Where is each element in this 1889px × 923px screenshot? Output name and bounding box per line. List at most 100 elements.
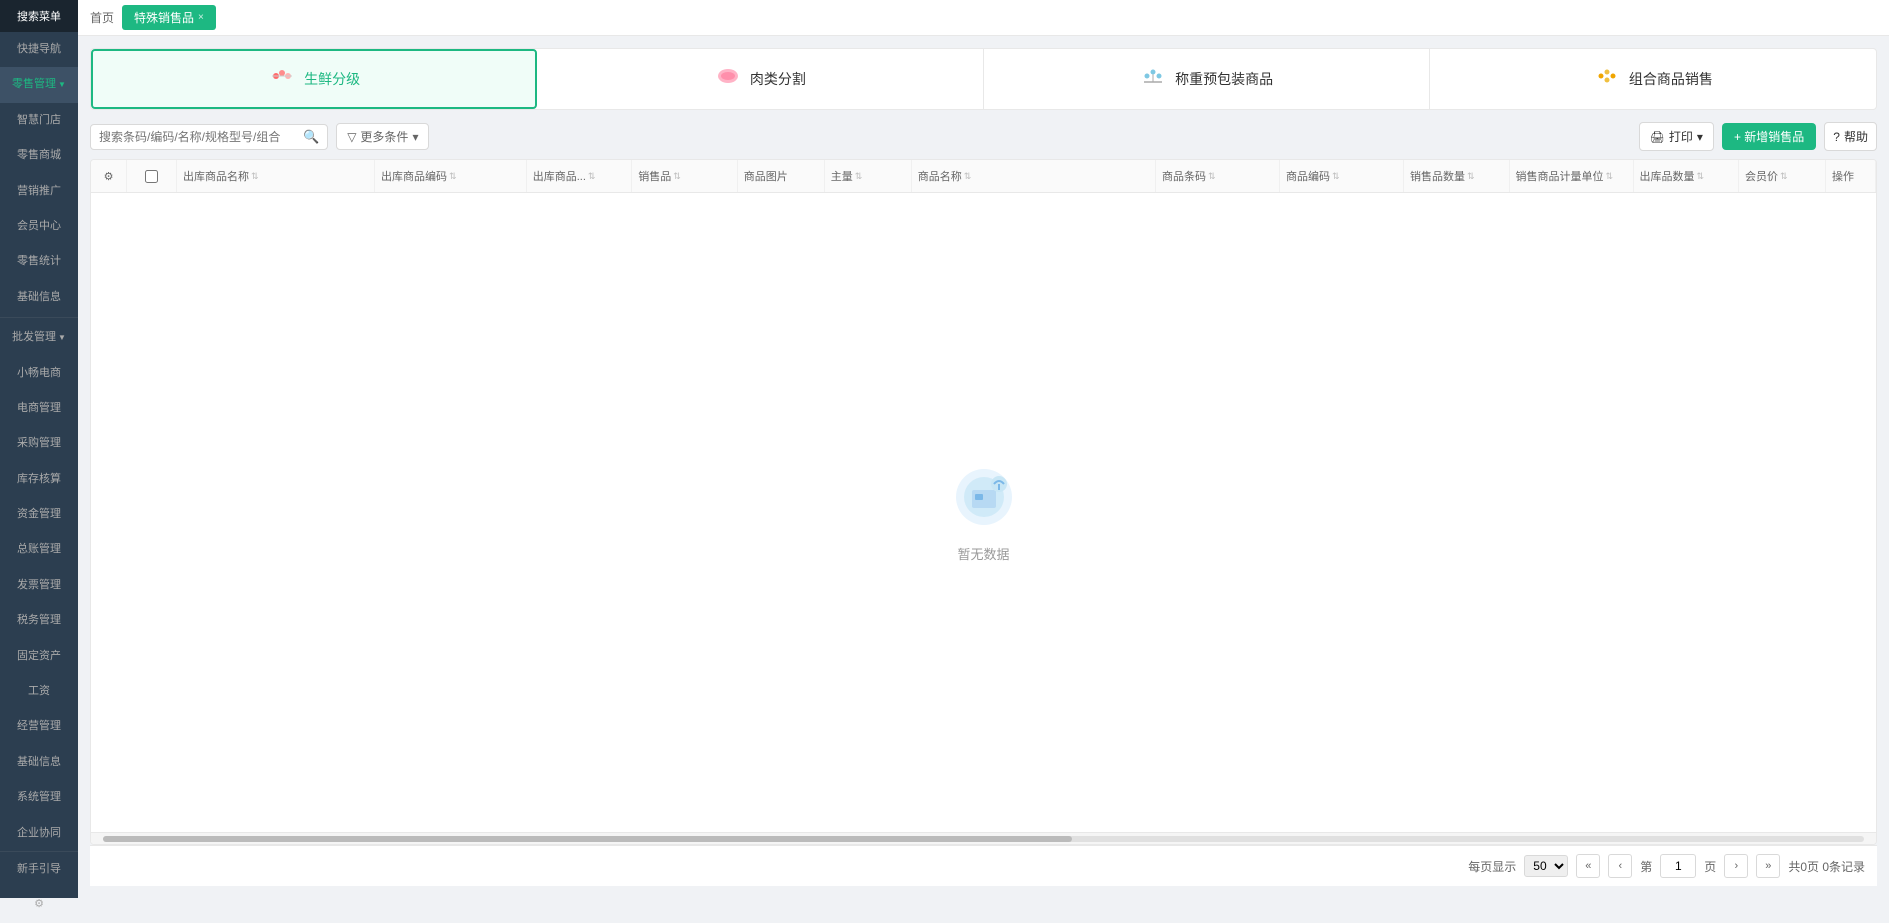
th-sale-qty: 销售品数量 ⇅ [1404,160,1510,192]
th-check[interactable] [127,160,177,192]
next-page-button[interactable]: › [1724,854,1748,878]
sort-icon[interactable]: ⇅ [964,171,972,182]
th-goods-barcode: 商品条码 ⇅ [1156,160,1280,192]
sidebar-item-marketing[interactable]: 营销推广 [0,174,78,209]
help-icon: ? [1833,130,1840,144]
print-button[interactable]: 🖨 打印 ▾ [1639,122,1714,151]
topbar: 首页 特殊销售品 × [78,0,1889,36]
cat-tab-meat-cutting[interactable]: 肉类分割 [537,49,983,109]
select-all-checkbox[interactable] [145,170,158,183]
per-page-select[interactable]: 50 [1524,855,1568,877]
sidebar-item-basic-info2[interactable]: 基础信息 [0,745,78,780]
sort-icon[interactable]: ⇅ [449,171,457,182]
cat-tab-weight-prepack[interactable]: 称重预包装商品 [984,49,1430,109]
chevron-down-icon: ▾ [1697,130,1703,144]
filter-button[interactable]: ▽ 更多条件 ▾ [336,123,429,150]
sidebar-item-ecom-mgmt[interactable]: 电商管理 [0,391,78,426]
th-goods-img: 商品图片 [738,160,825,192]
scrollbar-track [103,836,1864,842]
topbar-home-link[interactable]: 首页 [90,9,114,26]
empty-state: 暂无数据 [944,462,1024,563]
sort-icon[interactable]: ⇅ [251,171,259,182]
sort-icon[interactable]: ⇅ [1697,171,1705,182]
combo-sales-icon [1593,65,1621,93]
sort-icon[interactable]: ⇅ [1208,171,1216,182]
scrollbar-thumb[interactable] [103,836,1072,842]
sidebar-item-retail-mall[interactable]: 零售商城 [0,138,78,173]
prev-page-button[interactable]: ‹ [1608,854,1632,878]
topbar-active-tab[interactable]: 特殊销售品 × [122,5,216,30]
last-page-button[interactable]: » [1756,854,1780,878]
sort-icon[interactable]: ⇅ [673,171,681,182]
close-icon[interactable]: × [198,12,204,23]
th-out-goods-name: 出库商品名称 ⇅ [177,160,375,192]
horizontal-scrollbar[interactable] [91,832,1876,844]
th-out-goods-spec: 出库商品... ⇅ [527,160,633,192]
sidebar-item-invoice-mgmt[interactable]: 发票管理 [0,568,78,603]
th-member-price: 会员价 ⇅ [1739,160,1826,192]
sort-icon[interactable]: ⇅ [588,171,596,182]
sort-icon[interactable]: ⇅ [1467,171,1475,182]
cat-tab-combo-sales[interactable]: 组合商品销售 [1430,49,1876,109]
sidebar-item-smart-store[interactable]: 智慧门店 [0,103,78,138]
sort-icon[interactable]: ⇅ [1332,171,1340,182]
gear-icon: ⚙ [34,898,44,910]
sidebar-item-sys-mgmt[interactable]: 系统管理 [0,780,78,815]
sidebar-item-newbie[interactable]: 新手引导 [0,852,78,887]
cat-tab-fresh-grading[interactable]: 生鲜分级 [91,49,537,109]
chevron-down-icon: ▼ [58,79,66,90]
category-tabs: 生鲜分级 肉类分割 [90,48,1877,110]
main-content: 首页 特殊销售品 × 生鲜分级 [78,0,1889,898]
sidebar-item-ops-mgmt[interactable]: 经营管理 [0,709,78,744]
toolbar: 🔍 ▽ 更多条件 ▾ 🖨 打印 ▾ + 新增销售品 ? [90,122,1877,151]
sidebar-item-general-ledger[interactable]: 总账管理 [0,532,78,567]
sidebar-bottom: 新手引导 ⚙ [0,851,78,923]
page-content: 生鲜分级 肉类分割 [78,36,1889,898]
th-out-goods-code: 出库商品编码 ⇅ [375,160,527,192]
first-page-button[interactable]: « [1576,854,1600,878]
sidebar-item-batch-mgmt[interactable]: 批发管理 ▼ [0,320,78,355]
sidebar-item-retail-stats[interactable]: 零售统计 [0,244,78,279]
sidebar-settings-button[interactable]: ⚙ [0,887,78,922]
sidebar-item-retail-mgmt[interactable]: 零售管理 ▼ [0,67,78,102]
th-setting[interactable]: ⚙ [91,160,127,192]
th-out-qty: 出库品数量 ⇅ [1634,160,1740,192]
sidebar-item-inventory[interactable]: 库存核算 [0,462,78,497]
help-button[interactable]: ? 帮助 [1824,122,1877,151]
page-suffix-label: 页 [1704,858,1716,875]
sort-icon[interactable]: ⇅ [855,171,863,182]
sidebar-item-fixed-assets[interactable]: 固定资产 [0,639,78,674]
sidebar-item-basic-info[interactable]: 基础信息 [0,280,78,315]
meat-cutting-icon [714,65,742,93]
sidebar-item-tax-mgmt[interactable]: 税务管理 [0,603,78,638]
toolbar-left: 🔍 ▽ 更多条件 ▾ [90,123,429,150]
sidebar: 搜索菜单 快捷导航 零售管理 ▼ 智慧门店 零售商城 营销推广 会员中心 零售统… [0,0,78,898]
chevron-down-icon: ▾ [412,130,418,144]
sidebar-divider-1 [0,317,78,318]
sort-icon[interactable]: ⇅ [1606,171,1614,182]
sidebar-item-enterprise[interactable]: 企业协同 [0,816,78,851]
new-sale-item-button[interactable]: + 新增销售品 [1722,123,1816,150]
sort-icon[interactable]: ⇅ [1780,171,1788,182]
page-input[interactable] [1660,854,1696,878]
sidebar-logo[interactable]: 搜索菜单 [0,0,78,32]
toolbar-right: 🖨 打印 ▾ + 新增销售品 ? 帮助 [1639,122,1877,151]
search-icon[interactable]: 🔍 [303,129,319,145]
search-input[interactable] [99,130,299,144]
chevron-down-icon: ▼ [58,332,66,343]
settings-icon: ⚙ [104,170,114,183]
sidebar-item-purchase-mgmt[interactable]: 采购管理 [0,426,78,461]
print-icon: 🖨 [1650,130,1665,144]
sidebar-item-wages[interactable]: 工资 [0,674,78,709]
filter-icon: ▽ [347,130,356,144]
sidebar-item-member-center[interactable]: 会员中心 [0,209,78,244]
th-sale-unit: 销售商品计量单位 ⇅ [1510,160,1634,192]
table-header: ⚙ 出库商品名称 ⇅ 出库商品编码 ⇅ 出库商品... ⇅ [91,160,1876,193]
sidebar-item-finance-mgmt[interactable]: 资金管理 [0,497,78,532]
th-sale-goods: 销售品 ⇅ [632,160,738,192]
fresh-grading-icon [268,65,296,93]
sidebar-item-mini-ecom[interactable]: 小畅电商 [0,356,78,391]
th-weight: 主量 ⇅ [825,160,912,192]
sidebar-item-quick-nav[interactable]: 快捷导航 [0,32,78,67]
th-goods-code: 商品编码 ⇅ [1280,160,1404,192]
